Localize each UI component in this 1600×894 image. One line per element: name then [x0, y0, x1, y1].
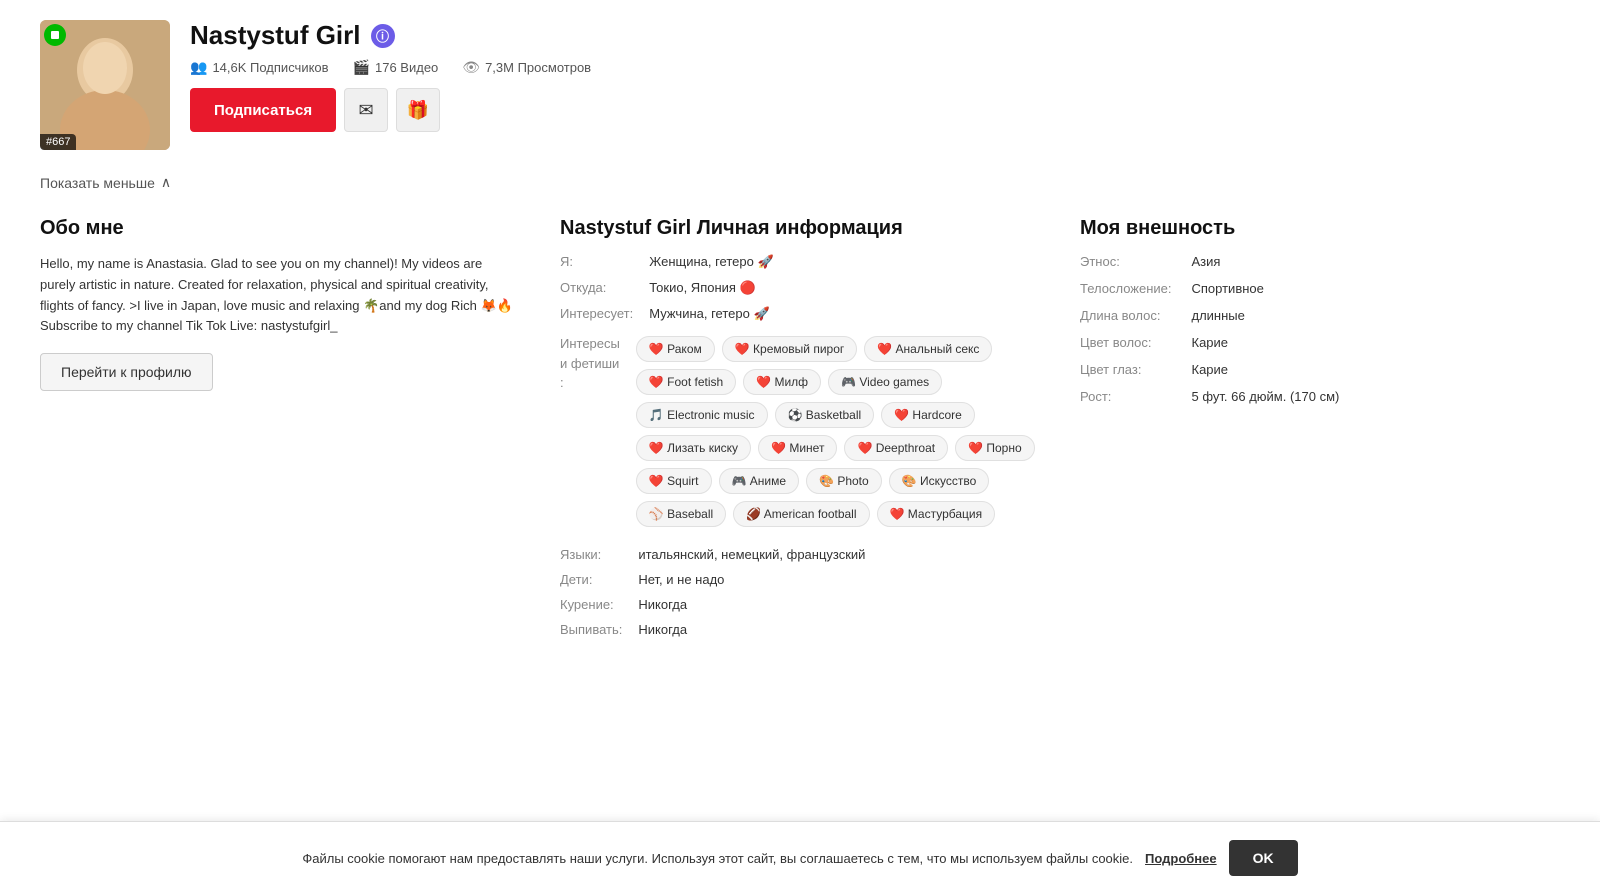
interest-tag: ❤️ Squirt [636, 468, 712, 494]
interest-tag: 🎮 Video games [828, 369, 942, 395]
about-text: Hello, my name is Anastasia. Glad to see… [40, 254, 520, 337]
interest-tag: ❤️ Лизать киску [636, 435, 751, 461]
extra-info-table: Языки: итальянский, немецкий, французский… [560, 547, 1040, 637]
appearance-field-value: Азия [1192, 254, 1561, 269]
interest-tag: ❤️ Deepthroat [844, 435, 948, 461]
interest-tag: 🎮 Аниме [719, 468, 800, 494]
about-title: Обо мне [40, 217, 520, 240]
tags-container: ❤️ Раком ❤️ Кремовый пирог❤️ Анальный сек… [636, 336, 1040, 527]
chevron-up-icon: ∧ [161, 174, 171, 191]
appearance-field-value: 5 фут. 66 дюйм. (170 см) [1192, 389, 1561, 404]
avatar-wrap: #667 [40, 20, 170, 150]
views-icon: 👁 [462, 59, 480, 76]
extra-field-label: Выпивать: [560, 622, 622, 637]
interest-tag: ❤️ Мастурбация [877, 501, 996, 527]
personal-field-label: Интересует: [560, 306, 633, 321]
personal-field-value: Женщина, гетеро 🚀 [649, 254, 1040, 270]
main-content: Обо мне Hello, my name is Anastasia. Gla… [0, 207, 1600, 547]
interest-tag: ❤️ Анальный секс [864, 336, 992, 362]
appearance-field-label: Цвет волос: [1080, 335, 1172, 350]
subscribers-value: 14,6K Подписчиков [212, 60, 328, 75]
gift-button[interactable]: 🎁 [396, 88, 440, 132]
cookie-ok-button[interactable]: OK [1229, 840, 1298, 876]
interest-tag: 🏈 American football [733, 501, 869, 527]
profile-info: Nastystuf Girl ⓘ 👥 14,6K Подписчиков 🎬 1… [190, 20, 591, 132]
live-badge [44, 24, 66, 46]
views-value: 7,3М Просмотров [485, 60, 591, 75]
extra-field-value: Никогда [638, 597, 1040, 612]
personal-field-value: Токио, Япония 🔴 [649, 280, 1040, 296]
cookie-learn-more[interactable]: Подробнее [1145, 851, 1217, 866]
show-less-toggle[interactable]: Показать меньше ∧ [0, 170, 1600, 207]
interest-tag: ❤️ Кремовый пирог [722, 336, 858, 362]
extra-field-value: итальянский, немецкий, французский [638, 547, 1040, 562]
personal-field-label: Откуда: [560, 280, 633, 295]
extra-field-value: Никогда [638, 622, 1040, 637]
interest-tag: ❤️ Минет [758, 435, 837, 461]
profile-header: #667 Nastystuf Girl ⓘ 👥 14,6K Подписчико… [0, 0, 1600, 170]
videos-icon: 🎬 [353, 59, 370, 76]
profile-actions: Подписаться ✉ 🎁 [190, 88, 591, 132]
interest-tag: ⚽ Basketball [775, 402, 875, 428]
extra-field-value: Нет, и не надо [638, 572, 1040, 587]
cookie-text: Файлы cookie помогают нам предоставлять … [302, 851, 1133, 866]
profile-name: Nastystuf Girl [190, 20, 361, 51]
extra-field-label: Дети: [560, 572, 622, 587]
extra-grid: Языки: итальянский, немецкий, французский… [40, 547, 1560, 637]
appearance-title: Моя внешность [1080, 217, 1560, 240]
verified-icon: ⓘ [371, 24, 395, 48]
appearance-field-label: Телосложение: [1080, 281, 1172, 296]
extra-field-label: Языки: [560, 547, 622, 562]
message-button[interactable]: ✉ [344, 88, 388, 132]
subscribe-button[interactable]: Подписаться [190, 88, 336, 132]
profile-name-row: Nastystuf Girl ⓘ [190, 20, 591, 51]
show-less-label: Показать меньше [40, 175, 155, 191]
interest-tag: 🎨 Photo [806, 468, 882, 494]
rank-badge: #667 [40, 134, 76, 150]
extra-field-label: Курение: [560, 597, 622, 612]
personal-section: Nastystuf Girl Личная информация Я: Женщи… [560, 217, 1040, 527]
views-stat: 👁 7,3М Просмотров [462, 59, 591, 76]
cookie-banner: Файлы cookie помогают нам предоставлять … [0, 821, 1600, 894]
appearance-field-label: Цвет глаз: [1080, 362, 1172, 377]
interest-tag: ❤️ Foot fetish [636, 369, 736, 395]
interest-tag: 🎵 Electronic music [636, 402, 768, 428]
appearance-field-value: длинные [1192, 308, 1561, 323]
appearance-field-value: Спортивное [1192, 281, 1561, 296]
interest-tag: ❤️ Милф [743, 369, 821, 395]
appearance-table: Этнос: Азия Телосложение: Спортивное Длина в… [1080, 254, 1560, 404]
interest-tag: ⚾ Baseball [636, 501, 726, 527]
interest-tag: 🎨 Искусство [889, 468, 990, 494]
appearance-section: Моя внешность Этнос: Азия Телосложение: Спо… [1080, 217, 1560, 527]
videos-value: 176 Видео [375, 60, 438, 75]
go-to-profile-button[interactable]: Перейти к профилю [40, 353, 213, 391]
interests-label: Интересыи фетиши : [560, 334, 620, 393]
personal-field-value: Мужчина, гетеро 🚀 [649, 306, 1040, 322]
personal-title: Nastystuf Girl Личная информация [560, 217, 1040, 240]
appearance-field-value: Карие [1192, 362, 1561, 377]
profile-stats: 👥 14,6K Подписчиков 🎬 176 Видео 👁 7,3М П… [190, 59, 591, 76]
personal-info-table: Я: Женщина, гетеро 🚀 Откуда: Токио, Япония … [560, 254, 1040, 322]
subscribers-icon: 👥 [190, 59, 207, 76]
interest-tag: ❤️ Раком [636, 336, 715, 362]
interest-tag: ❤️ Порно [955, 435, 1035, 461]
extra-info-section: Языки: итальянский, немецкий, французский… [0, 547, 1600, 757]
appearance-field-label: Рост: [1080, 389, 1172, 404]
subscribers-stat: 👥 14,6K Подписчиков [190, 59, 329, 76]
appearance-field-label: Длина волос: [1080, 308, 1172, 323]
videos-stat: 🎬 176 Видео [353, 59, 439, 76]
interest-tag: ❤️ Hardcore [881, 402, 975, 428]
appearance-field-value: Карие [1192, 335, 1561, 350]
interests-row: Интересыи фетиши : ❤️ Раком ❤️ Кремовый п… [560, 334, 1040, 527]
personal-field-label: Я: [560, 254, 633, 269]
about-section: Обо мне Hello, my name is Anastasia. Gla… [40, 217, 520, 527]
appearance-field-label: Этнос: [1080, 254, 1172, 269]
